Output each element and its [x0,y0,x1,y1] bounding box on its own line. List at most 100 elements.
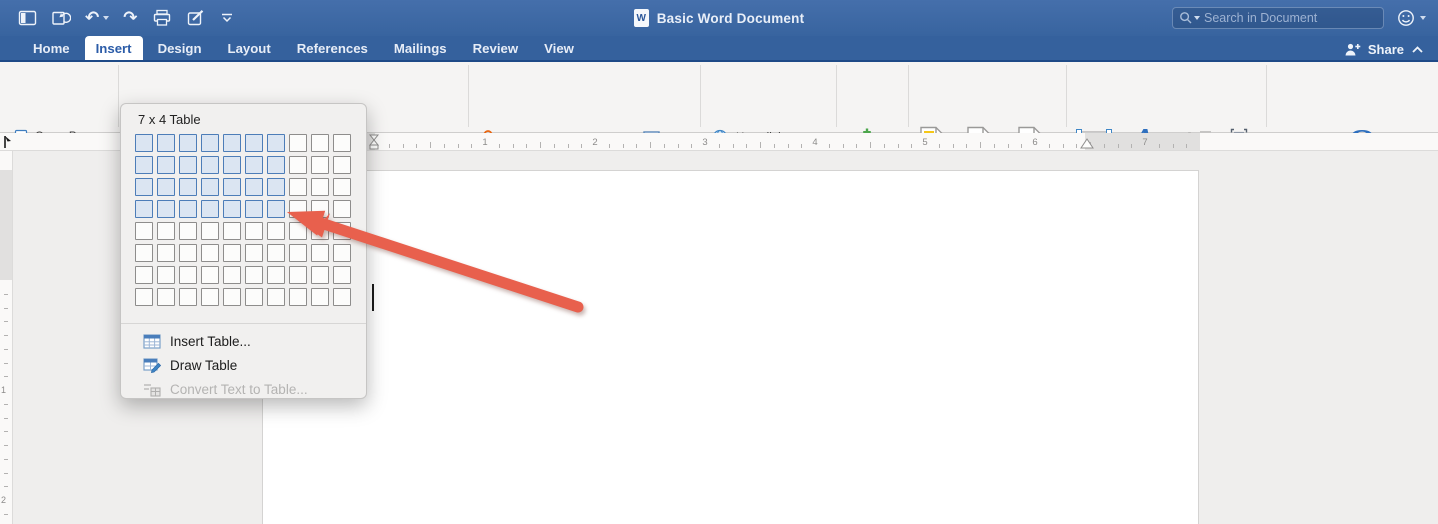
table-size-cell[interactable] [311,244,329,262]
table-size-cell[interactable] [179,244,197,262]
table-size-cell[interactable] [179,288,197,306]
table-size-cell[interactable] [135,156,153,174]
table-size-cell[interactable] [179,178,197,196]
table-size-cell[interactable] [179,266,197,284]
table-size-cell[interactable] [267,200,285,218]
table-size-cell[interactable] [157,222,175,240]
table-size-cell[interactable] [223,200,241,218]
table-size-cell[interactable] [311,222,329,240]
table-size-cell[interactable] [333,222,351,240]
menu-item-draw-table[interactable]: Draw Table [143,353,237,377]
table-size-cell[interactable] [267,178,285,196]
redo-icon[interactable]: ↷ [123,10,137,27]
table-size-cell[interactable] [201,244,219,262]
menu-item-insert-table[interactable]: Insert Table... [143,329,251,353]
table-size-cell[interactable] [267,156,285,174]
table-size-cell[interactable] [223,134,241,152]
table-size-cell[interactable] [179,156,197,174]
table-size-cell[interactable] [201,266,219,284]
undo-icon[interactable]: ↶ [85,10,109,27]
table-size-cell[interactable] [245,222,263,240]
table-size-cell[interactable] [289,200,307,218]
tab-layout[interactable]: Layout [217,36,282,60]
table-size-cell[interactable] [245,266,263,284]
document-page[interactable] [262,170,1199,524]
table-size-cell[interactable] [179,200,197,218]
table-size-cell[interactable] [157,156,175,174]
right-indent-marker-icon[interactable] [1080,138,1094,149]
table-size-cell[interactable] [157,288,175,306]
table-size-cell[interactable] [245,134,263,152]
search-input[interactable] [1204,11,1377,25]
search-field[interactable] [1172,7,1384,29]
table-size-cell[interactable] [333,266,351,284]
table-size-cell[interactable] [289,134,307,152]
table-size-cell[interactable] [201,200,219,218]
table-size-cell[interactable] [179,222,197,240]
table-size-cell[interactable] [333,200,351,218]
table-size-cell[interactable] [135,288,153,306]
table-size-cell[interactable] [289,156,307,174]
table-size-cell[interactable] [223,178,241,196]
search-scope-caret-icon[interactable] [1194,16,1200,20]
table-size-cell[interactable] [311,288,329,306]
table-size-cell[interactable] [245,200,263,218]
table-size-cell[interactable] [333,244,351,262]
table-size-cell[interactable] [201,156,219,174]
collapse-ribbon-icon[interactable] [1411,45,1424,54]
tab-mailings[interactable]: Mailings [383,36,458,60]
tab-home[interactable]: Home [22,36,81,60]
table-size-cell[interactable] [223,222,241,240]
indent-marker-icon[interactable] [368,134,380,150]
tab-review[interactable]: Review [462,36,529,60]
table-size-cell[interactable] [135,244,153,262]
table-size-cell[interactable] [245,288,263,306]
table-size-cell[interactable] [289,266,307,284]
table-size-cell[interactable] [157,244,175,262]
toolbar-overflow-icon[interactable] [220,11,234,25]
table-size-cell[interactable] [311,178,329,196]
table-size-cell[interactable] [333,178,351,196]
table-size-cell[interactable] [267,288,285,306]
table-size-cell[interactable] [333,134,351,152]
table-size-cell[interactable] [311,266,329,284]
table-size-cell[interactable] [179,134,197,152]
table-size-cell[interactable] [157,178,175,196]
tab-design[interactable]: Design [147,36,213,60]
table-size-cell[interactable] [289,178,307,196]
table-size-cell[interactable] [135,134,153,152]
table-size-cell[interactable] [135,178,153,196]
table-size-cell[interactable] [311,156,329,174]
compose-icon[interactable] [186,9,206,27]
table-size-cell[interactable] [223,244,241,262]
feedback-smiley[interactable] [1396,8,1426,28]
table-size-cell[interactable] [245,244,263,262]
table-size-cell[interactable] [223,288,241,306]
undo-caret-icon[interactable] [103,16,109,20]
share-button[interactable]: Share [1368,42,1404,57]
table-size-cell[interactable] [157,266,175,284]
table-size-cell[interactable] [311,134,329,152]
table-size-cell[interactable] [267,266,285,284]
table-size-cell[interactable] [201,288,219,306]
table-size-cell[interactable] [223,266,241,284]
table-size-cell[interactable] [157,134,175,152]
table-size-cell[interactable] [289,222,307,240]
table-size-cell[interactable] [333,156,351,174]
table-size-cell[interactable] [201,178,219,196]
smiley-caret-icon[interactable] [1420,16,1426,20]
table-size-cell[interactable] [289,288,307,306]
table-size-cell[interactable] [245,178,263,196]
table-size-cell[interactable] [267,244,285,262]
save-icon[interactable] [51,9,71,27]
table-size-cell[interactable] [135,266,153,284]
table-size-cell[interactable] [311,200,329,218]
table-size-cell[interactable] [333,288,351,306]
table-size-cell[interactable] [245,156,263,174]
table-size-cell[interactable] [201,134,219,152]
print-icon[interactable] [152,9,172,27]
show-sidebar-icon[interactable] [18,9,37,27]
tab-references[interactable]: References [286,36,379,60]
table-size-cell[interactable] [135,200,153,218]
table-size-cell[interactable] [135,222,153,240]
